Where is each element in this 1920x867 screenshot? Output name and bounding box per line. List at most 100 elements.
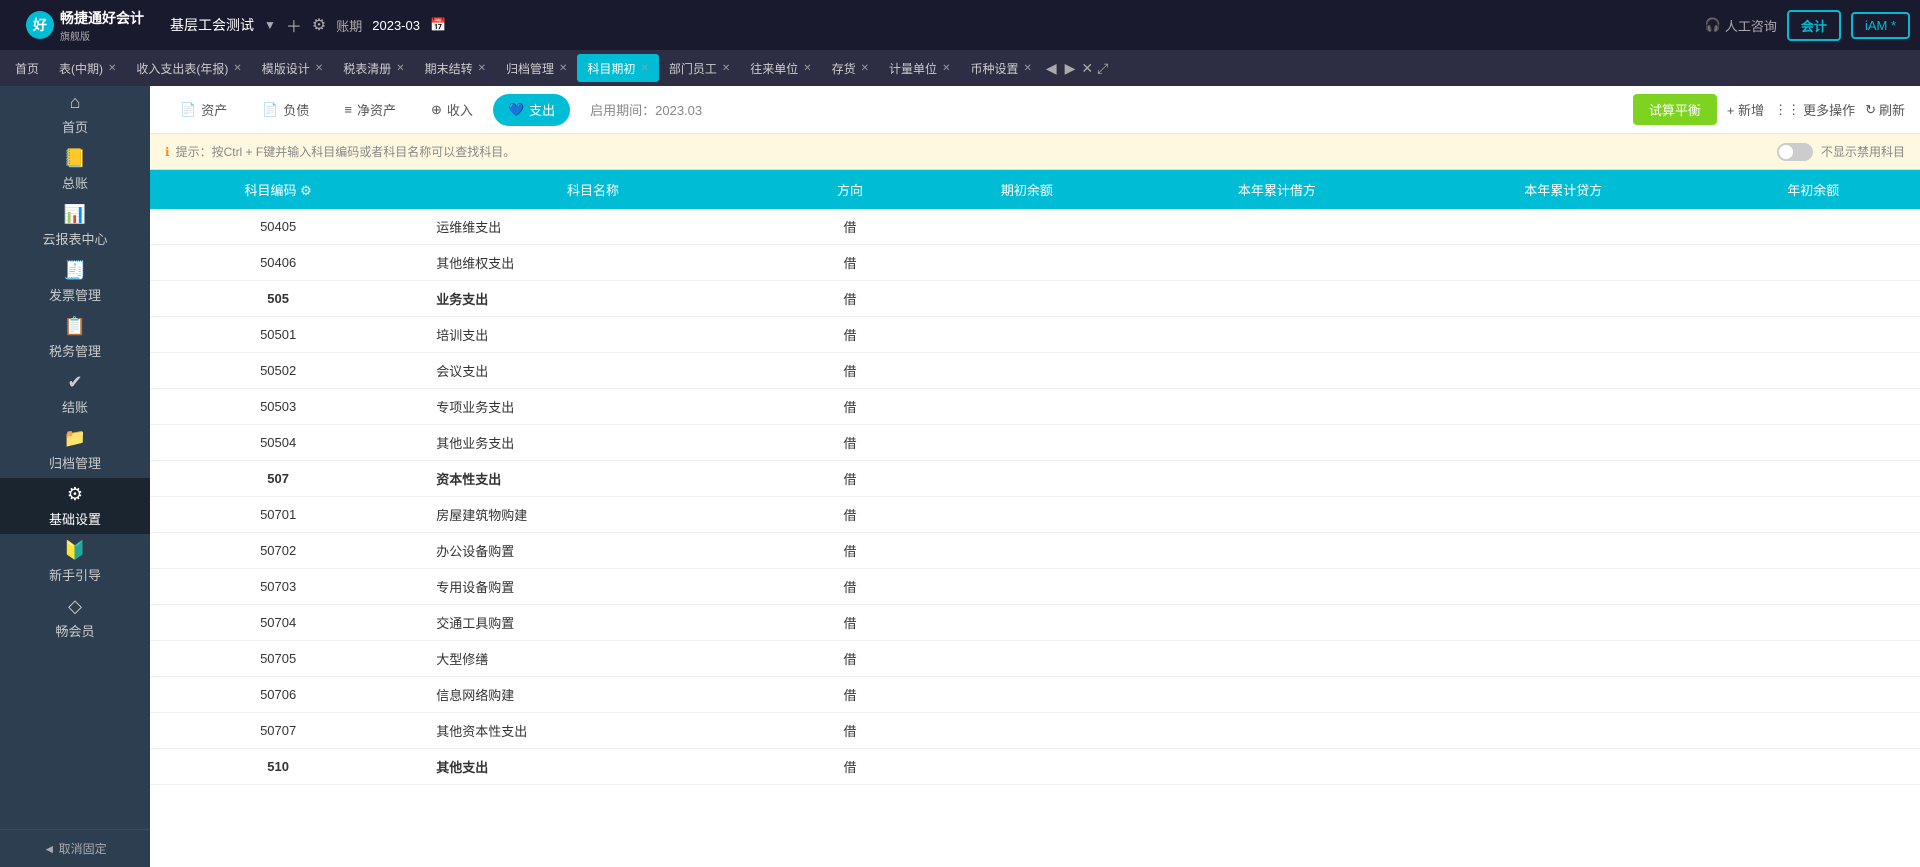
cell-name: 专用设备购置 (406, 569, 779, 605)
table-row[interactable]: 50705 大型修缮 借 (150, 641, 1920, 677)
tab-close-icon[interactable]: ✕ (722, 63, 730, 74)
sub-tab-liability[interactable]: 📄负债 (247, 94, 324, 126)
help-button[interactable]: 🎧 人工咨询 (1705, 16, 1777, 35)
iam-button[interactable]: iAM * (1851, 12, 1910, 39)
tab-partners[interactable]: 往来单位✕ (740, 54, 821, 82)
col-header-1: 科目名称 (406, 170, 779, 209)
sidebar-settings-icon: ⚙ (67, 484, 83, 505)
table-row[interactable]: 510 其他支出 借 (150, 749, 1920, 785)
sub-tab-net_assets[interactable]: ≡净资产 (329, 94, 411, 126)
tab-close-icon[interactable]: ✕ (108, 63, 116, 74)
cell-code: 50501 (150, 317, 406, 353)
tab-close-icon[interactable]: ✕ (315, 63, 323, 74)
sidebar-item-label: 基础设置 (49, 509, 101, 528)
tab-subject_period[interactable]: 科目期初✕ (577, 54, 658, 82)
sidebar-item-guide[interactable]: 🔰新手引导 (0, 534, 150, 590)
tab-next-btn[interactable]: ▶ (1061, 58, 1080, 79)
sidebar-item-checkout[interactable]: ✔结账 (0, 366, 150, 422)
tab-expand-btn[interactable]: ⤢ (1095, 58, 1110, 79)
table-row[interactable]: 50707 其他资本性支出 借 (150, 713, 1920, 749)
tab-close-icon[interactable]: ✕ (803, 63, 811, 74)
refresh-button[interactable]: ↻ 刷新 (1865, 100, 1905, 119)
tab-currency[interactable]: 币种设置✕ (960, 54, 1041, 82)
tab-inventory[interactable]: 存货✕ (822, 54, 879, 82)
cell-direction: 借 (780, 641, 920, 677)
tab-unit[interactable]: 计量单位✕ (879, 54, 960, 82)
tab-close-icon[interactable]: ✕ (233, 63, 241, 74)
cell-ytd-debit (1134, 749, 1420, 785)
cell-year-opening (1707, 353, 1920, 389)
tab-close-icon[interactable]: ✕ (1023, 63, 1031, 74)
cell-code: 50703 (150, 569, 406, 605)
calendar-icon[interactable]: 📅 (430, 17, 446, 33)
table-row[interactable]: 50504 其他业务支出 借 (150, 425, 1920, 461)
settings-icon[interactable]: ⚙ (312, 15, 326, 35)
tab-closeall-btn[interactable]: ✕ (1079, 58, 1095, 79)
cell-ytd-debit (1134, 317, 1420, 353)
cell-code: 50405 (150, 209, 406, 245)
table-row[interactable]: 50706 信息网络购建 借 (150, 677, 1920, 713)
sidebar-item-invoice[interactable]: 🧾发票管理 (0, 254, 150, 310)
company-dropdown-icon[interactable]: ▼ (264, 18, 276, 32)
sidebar-item-tax[interactable]: 📋税务管理 (0, 310, 150, 366)
add-tab-icon[interactable]: ＋ (286, 13, 302, 37)
tab-close-icon[interactable]: ✕ (942, 63, 950, 74)
table-row[interactable]: 50502 会议支出 借 (150, 353, 1920, 389)
table-row[interactable]: 50405 运维维支出 借 (150, 209, 1920, 245)
disabled-toggle[interactable] (1777, 143, 1813, 161)
sidebar-item-reports[interactable]: 📊云报表中心 (0, 198, 150, 254)
tab-close-icon[interactable]: ✕ (861, 63, 869, 74)
cell-opening-balance (920, 353, 1133, 389)
sidebar-item-archive[interactable]: 📁归档管理 (0, 422, 150, 478)
cell-ytd-debit (1134, 641, 1420, 677)
table-row[interactable]: 50503 专项业务支出 借 (150, 389, 1920, 425)
cell-name: 会议支出 (406, 353, 779, 389)
table-row[interactable]: 505 业务支出 借 (150, 281, 1920, 317)
table-row[interactable]: 50704 交通工具购置 借 (150, 605, 1920, 641)
cell-code: 510 (150, 749, 406, 785)
tab-period_end[interactable]: 期末结转✕ (415, 54, 496, 82)
cell-code: 50706 (150, 677, 406, 713)
tab-archive_mgmt[interactable]: 归档管理✕ (496, 54, 577, 82)
sidebar-item-home[interactable]: ⌂首页 (0, 86, 150, 142)
cell-opening-balance (920, 569, 1133, 605)
tab-prev-btn[interactable]: ◀ (1042, 58, 1061, 79)
table-row[interactable]: 50701 房屋建筑物购建 借 (150, 497, 1920, 533)
cell-ytd-debit (1134, 281, 1420, 317)
tab-close-icon[interactable]: ✕ (478, 63, 486, 74)
tab-income_annual[interactable]: 收入支出表(年报)✕ (126, 54, 251, 82)
table-row[interactable]: 50703 专用设备购置 借 (150, 569, 1920, 605)
sidebar-item-member[interactable]: ◇畅会员 (0, 590, 150, 646)
table-row[interactable]: 507 资本性支出 借 (150, 461, 1920, 497)
tab-template[interactable]: 模版设计✕ (252, 54, 333, 82)
col-settings-icon[interactable]: ⚙ (300, 183, 312, 198)
sub-tab-label: 资产 (201, 100, 227, 119)
trial-balance-button[interactable]: 试算平衡 (1633, 94, 1717, 125)
cell-name: 其他支出 (406, 749, 779, 785)
app-edition: 旗舰版 (60, 28, 144, 43)
sub-tab-income[interactable]: ⊕收入 (416, 94, 488, 126)
tab-tax[interactable]: 税表清册✕ (333, 54, 414, 82)
sub-tab-assets[interactable]: 📄资产 (165, 94, 242, 126)
tab-home[interactable]: 首页 (5, 54, 49, 82)
sidebar-collapse-button[interactable]: ◄ 取消固定 (0, 829, 150, 867)
sidebar-reports-icon: 📊 (64, 204, 86, 225)
account-button[interactable]: 会计 (1787, 10, 1841, 41)
sidebar-item-settings[interactable]: ⚙ 基础设置 (0, 478, 150, 534)
sub-tab-expenditure[interactable]: 💙支出 (493, 94, 570, 126)
more-actions-button[interactable]: ⋮⋮ 更多操作 (1774, 100, 1855, 119)
table-row[interactable]: 50702 办公设备购置 借 (150, 533, 1920, 569)
tab-dept_staff[interactable]: 部门员工✕ (659, 54, 740, 82)
subjects-table: 科目编码 ⚙科目名称方向期初余额本年累计借方本年累计贷方年初余额 50405 运… (150, 170, 1920, 785)
tab-close-icon[interactable]: ✕ (640, 63, 648, 74)
cell-direction: 借 (780, 749, 920, 785)
sidebar-ledger-icon: 📒 (64, 148, 86, 169)
table-row[interactable]: 50406 其他维权支出 借 (150, 245, 1920, 281)
tab-bs_mid[interactable]: 表(中期)✕ (49, 54, 126, 82)
add-button[interactable]: + 新增 (1727, 100, 1764, 119)
sidebar-home-icon: ⌂ (70, 92, 81, 113)
tab-close-icon[interactable]: ✕ (396, 63, 404, 74)
tab-close-icon[interactable]: ✕ (559, 63, 567, 74)
sidebar-item-ledger[interactable]: 📒总账 (0, 142, 150, 198)
table-row[interactable]: 50501 培训支出 借 (150, 317, 1920, 353)
